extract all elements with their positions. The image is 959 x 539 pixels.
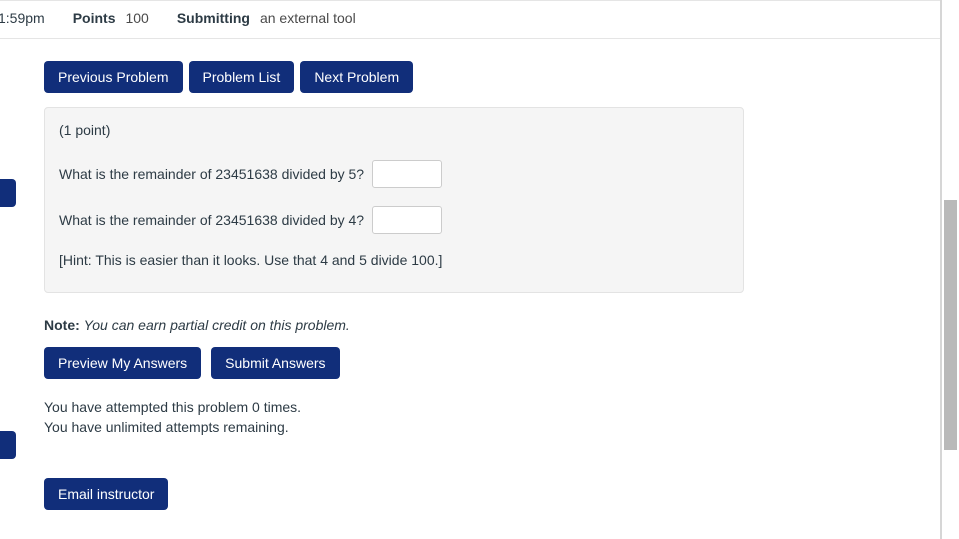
question-2-text: What is the remainder of 23451638 divide… <box>59 212 364 228</box>
email-instructor-button[interactable]: Email instructor <box>44 478 168 510</box>
preview-answers-button[interactable]: Preview My Answers <box>44 347 201 379</box>
submit-answers-button[interactable]: Submit Answers <box>211 347 339 379</box>
points-value: 100 <box>125 10 148 26</box>
note-label: Note: <box>44 317 80 333</box>
problem-list-button[interactable]: Problem List <box>189 61 295 93</box>
problem-nav: Previous Problem Problem List Next Probl… <box>44 61 933 93</box>
content-area: Previous Problem Problem List Next Probl… <box>0 61 959 521</box>
points-label: Points <box>73 10 116 26</box>
attempts-count: You have attempted this problem 0 times. <box>44 397 933 417</box>
right-divider <box>940 0 942 539</box>
left-stub-1[interactable] <box>0 179 16 207</box>
answer-1-input[interactable] <box>372 160 442 188</box>
previous-problem-button[interactable]: Previous Problem <box>44 61 183 93</box>
problem-points: (1 point) <box>59 122 729 138</box>
answer-2-input[interactable] <box>372 206 442 234</box>
problem-hint: [Hint: This is easier than it looks. Use… <box>59 252 729 268</box>
submit-row: Preview My Answers Submit Answers <box>44 347 933 379</box>
due-time-fragment: 1:59pm <box>0 10 45 26</box>
assignment-header: 1:59pm Points 100 Submitting an external… <box>0 0 959 39</box>
note-text: You can earn partial credit on this prob… <box>84 317 350 333</box>
submitting-value: an external tool <box>260 10 356 26</box>
attempt-info: You have attempted this problem 0 times.… <box>44 397 933 438</box>
partial-credit-note: Note: You can earn partial credit on thi… <box>44 317 933 333</box>
question-1-row: What is the remainder of 23451638 divide… <box>59 160 729 188</box>
question-1-text: What is the remainder of 23451638 divide… <box>59 166 364 182</box>
left-stub-2[interactable] <box>0 431 16 459</box>
problem-panel: (1 point) What is the remainder of 23451… <box>44 107 744 293</box>
webwork-frame[interactable]: Previous Problem Problem List Next Probl… <box>44 61 937 521</box>
left-nav-stubs <box>0 61 16 521</box>
attempts-remaining: You have unlimited attempts remaining. <box>44 417 933 437</box>
submitting-label: Submitting <box>177 10 250 26</box>
question-2-row: What is the remainder of 23451638 divide… <box>59 206 729 234</box>
next-problem-button[interactable]: Next Problem <box>300 61 413 93</box>
